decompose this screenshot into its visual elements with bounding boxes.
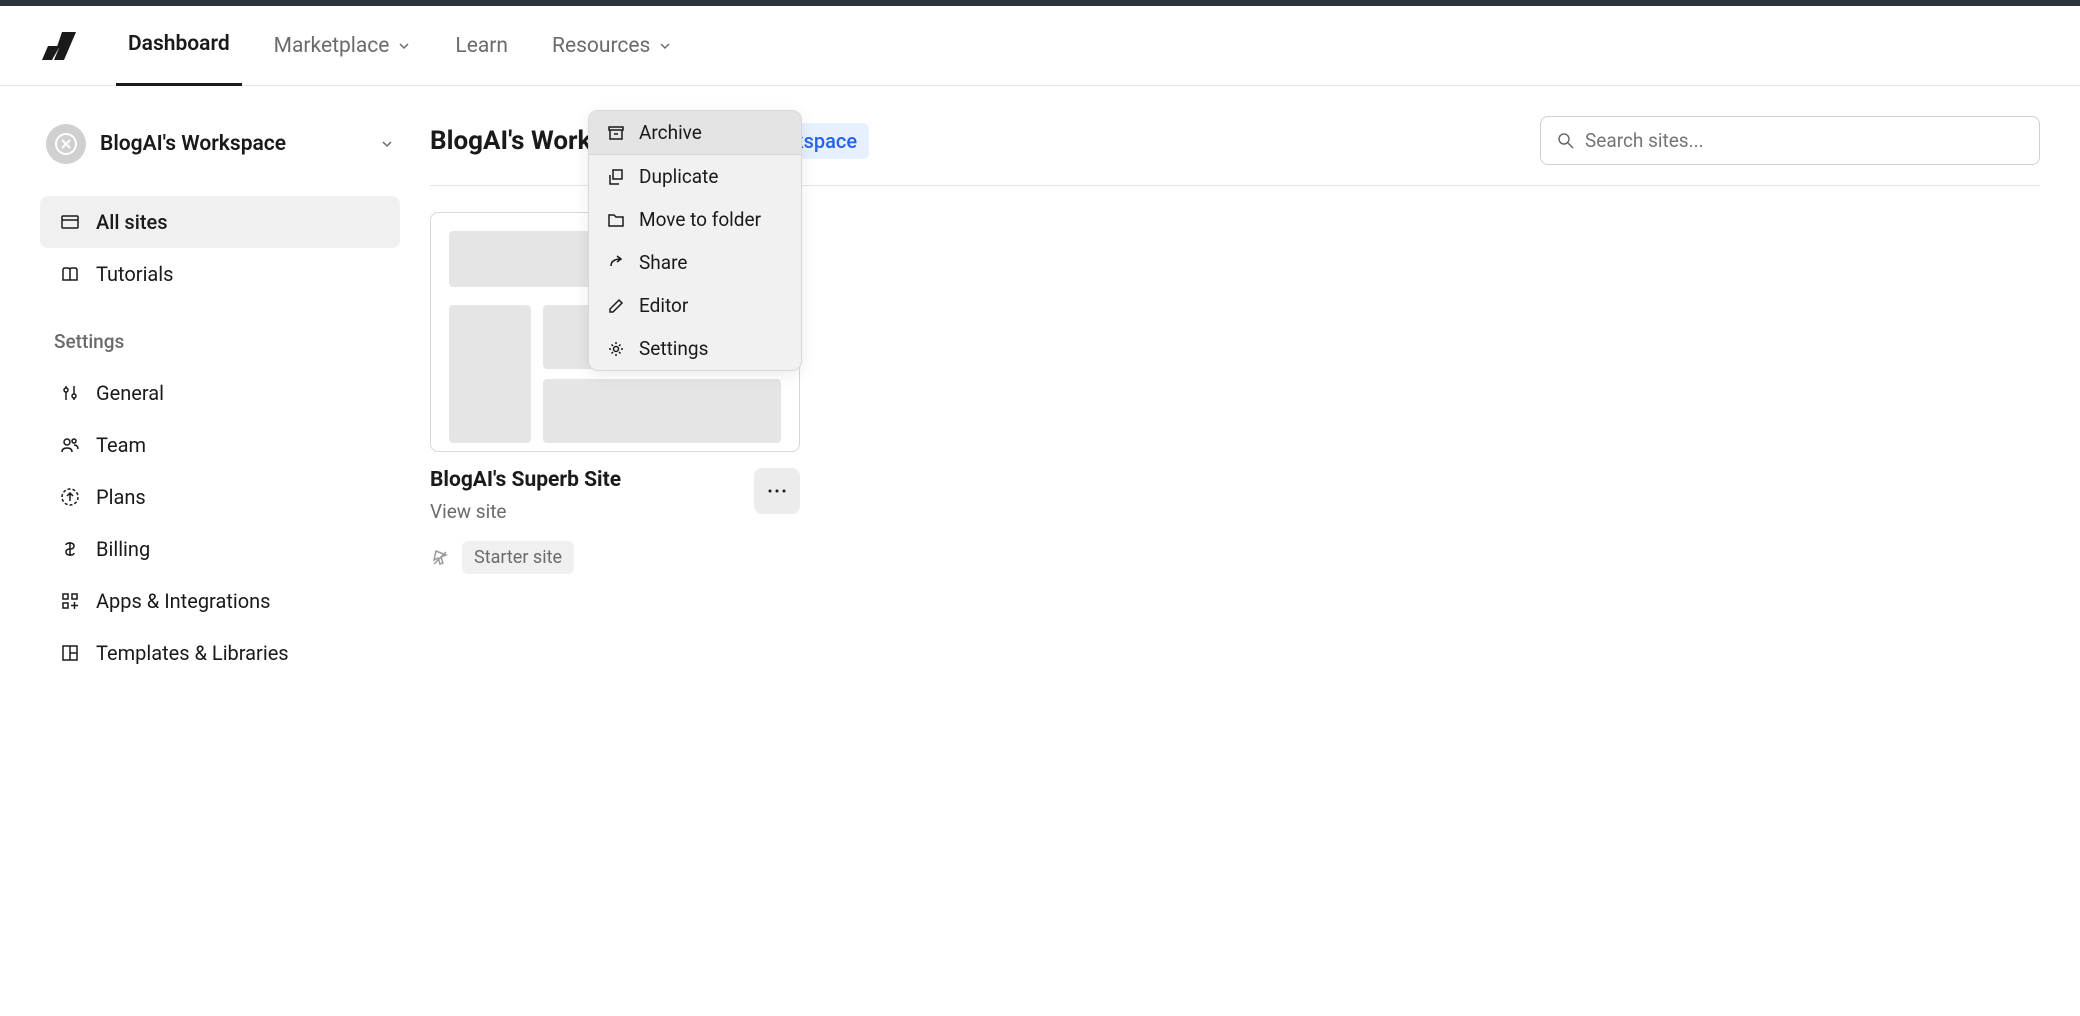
sidebar-team[interactable]: Team bbox=[40, 419, 400, 471]
duplicate-icon bbox=[607, 168, 625, 186]
menu-move-label: Move to folder bbox=[639, 208, 761, 231]
menu-share[interactable]: Share bbox=[589, 241, 801, 284]
search-input[interactable] bbox=[1585, 129, 2023, 152]
apps-icon bbox=[60, 591, 80, 611]
menu-duplicate-label: Duplicate bbox=[639, 165, 718, 188]
header: Dashboard Marketplace Learn Resources bbox=[0, 6, 2080, 86]
share-icon bbox=[607, 254, 625, 272]
menu-editor-label: Editor bbox=[639, 294, 688, 317]
sidebar-general-label: General bbox=[96, 381, 164, 405]
gear-icon bbox=[607, 340, 625, 358]
sidebar-all-sites[interactable]: All sites bbox=[40, 196, 400, 248]
sliders-icon bbox=[60, 383, 80, 403]
pencil-icon bbox=[607, 297, 625, 315]
sidebar: BlogAI's Workspace All sites Tutorials S… bbox=[40, 116, 400, 679]
nav-dashboard[interactable]: Dashboard bbox=[116, 6, 242, 86]
site-tag: Starter site bbox=[462, 541, 574, 574]
sidebar-plans-label: Plans bbox=[96, 485, 146, 509]
more-icon bbox=[768, 489, 786, 493]
menu-duplicate[interactable]: Duplicate bbox=[589, 155, 801, 198]
sidebar-plans[interactable]: Plans bbox=[40, 471, 400, 523]
more-options-button[interactable] bbox=[754, 468, 800, 514]
settings-header: Settings bbox=[40, 300, 400, 367]
sidebar-templates-label: Templates & Libraries bbox=[96, 641, 289, 665]
context-menu: Archive Duplicate Move to folder Share E… bbox=[588, 110, 802, 371]
templates-icon bbox=[60, 643, 80, 663]
workspace-selector[interactable]: BlogAI's Workspace bbox=[40, 116, 400, 172]
main-content: BlogAI's Workspace Starter Workspace bbox=[430, 116, 2040, 679]
workspace-avatar-icon bbox=[46, 124, 86, 164]
menu-settings[interactable]: Settings bbox=[589, 327, 801, 370]
menu-editor[interactable]: Editor bbox=[589, 284, 801, 327]
sidebar-tutorials[interactable]: Tutorials bbox=[40, 248, 400, 300]
menu-archive[interactable]: Archive bbox=[589, 111, 801, 154]
sidebar-apps[interactable]: Apps & Integrations bbox=[40, 575, 400, 627]
chevron-down-icon bbox=[380, 137, 394, 151]
site-title: BlogAI's Superb Site bbox=[430, 468, 742, 492]
nav-marketplace[interactable]: Marketplace bbox=[262, 6, 424, 86]
skeleton-block bbox=[449, 305, 531, 443]
folder-icon bbox=[607, 211, 625, 229]
chevron-down-icon bbox=[397, 39, 411, 53]
nav-marketplace-label: Marketplace bbox=[274, 34, 390, 58]
sidebar-templates[interactable]: Templates & Libraries bbox=[40, 627, 400, 679]
skeleton-block bbox=[543, 379, 781, 443]
menu-move[interactable]: Move to folder bbox=[589, 198, 801, 241]
sidebar-general[interactable]: General bbox=[40, 367, 400, 419]
archive-icon bbox=[607, 124, 625, 142]
plans-icon bbox=[60, 487, 80, 507]
team-icon bbox=[60, 435, 80, 455]
billing-icon bbox=[60, 539, 80, 559]
menu-archive-label: Archive bbox=[639, 121, 702, 144]
webflow-logo[interactable] bbox=[40, 28, 76, 64]
sidebar-billing[interactable]: Billing bbox=[40, 523, 400, 575]
nav-resources-label: Resources bbox=[552, 34, 650, 58]
menu-share-label: Share bbox=[639, 251, 687, 274]
sidebar-all-sites-label: All sites bbox=[96, 210, 167, 234]
view-site-link[interactable]: View site bbox=[430, 500, 742, 523]
menu-settings-label: Settings bbox=[639, 337, 708, 360]
sidebar-billing-label: Billing bbox=[96, 537, 150, 561]
nav-learn[interactable]: Learn bbox=[443, 6, 520, 86]
sidebar-team-label: Team bbox=[96, 433, 146, 457]
workspace-name: BlogAI's Workspace bbox=[100, 132, 366, 156]
nav-learn-label: Learn bbox=[455, 34, 508, 58]
sidebar-apps-label: Apps & Integrations bbox=[96, 589, 271, 613]
search-icon bbox=[1557, 132, 1575, 150]
sidebar-tutorials-label: Tutorials bbox=[96, 262, 174, 286]
nav-resources[interactable]: Resources bbox=[540, 6, 684, 86]
nav-dashboard-label: Dashboard bbox=[128, 32, 230, 56]
chevron-down-icon bbox=[658, 39, 672, 53]
search-box[interactable] bbox=[1540, 116, 2040, 165]
unpublished-icon bbox=[430, 548, 450, 568]
sites-icon bbox=[60, 212, 80, 232]
tutorials-icon bbox=[60, 264, 80, 284]
